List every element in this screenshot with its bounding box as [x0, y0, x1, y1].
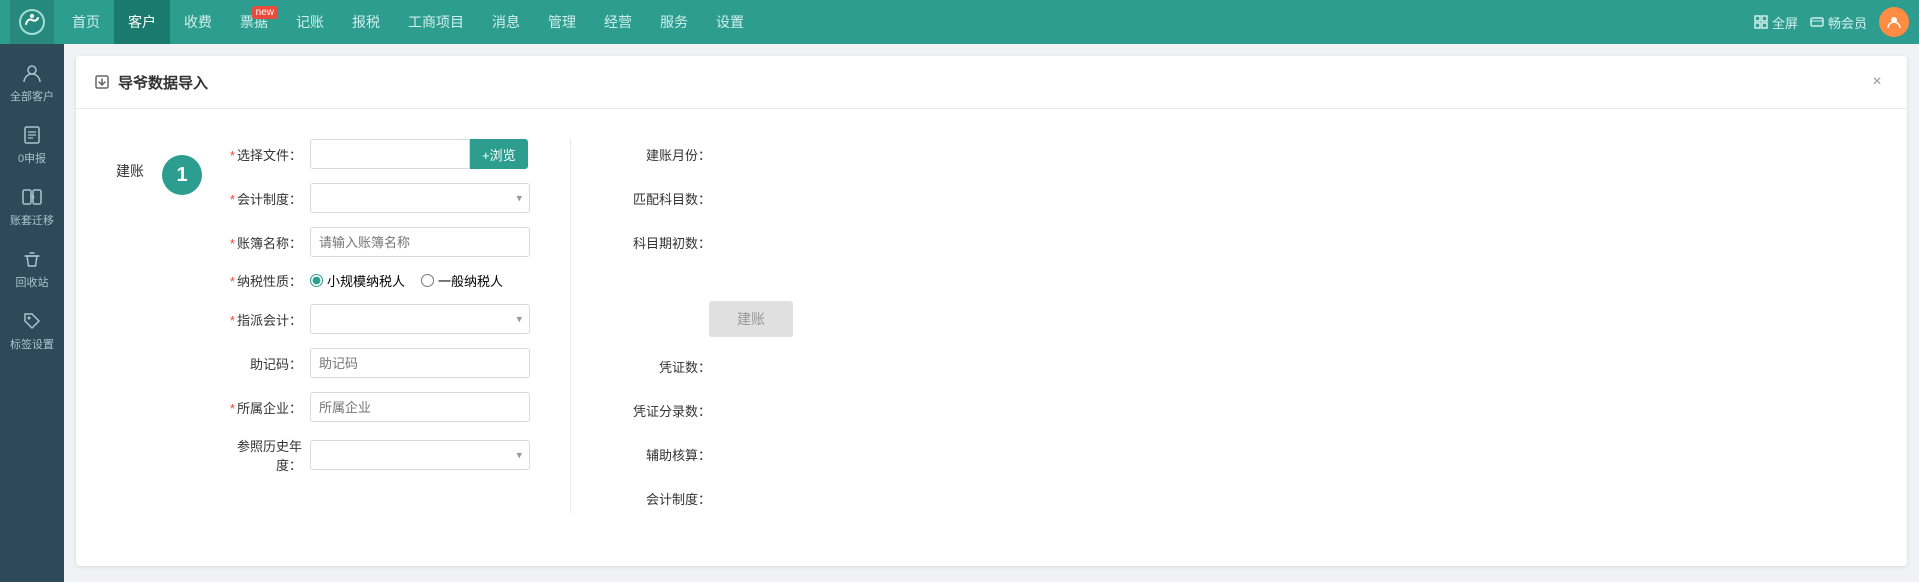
- nav-manage[interactable]: 管理: [534, 0, 590, 44]
- accounting-system-row: *会计制度：: [222, 183, 530, 213]
- tax-type-label: *纳税性质：: [222, 271, 302, 290]
- sidebar-item-declare[interactable]: 0申报: [0, 114, 64, 176]
- nav-right: 全屏 畅会员: [1754, 7, 1909, 37]
- sidebar-item-all-customers-label: 全部客户: [10, 88, 54, 104]
- memo-code-input[interactable]: [310, 348, 530, 378]
- tax-type-row: *纳税性质： 小规模纳税人 一般纳税人: [222, 271, 530, 290]
- auxiliary-label: 辅助核算：: [611, 445, 711, 464]
- dialog-title: 导爷数据导入: [94, 72, 208, 93]
- nav-settings[interactable]: 设置: [702, 0, 758, 44]
- assign-accountant-select[interactable]: [310, 304, 530, 334]
- tax-small-option[interactable]: 小规模纳税人: [310, 271, 405, 290]
- assign-accountant-label: *指派会计：: [222, 310, 302, 329]
- form-fields: *选择文件： +浏览 *会计制度：: [222, 139, 530, 474]
- company-input[interactable]: [310, 392, 530, 422]
- dialog-title-text: 导爷数据导入: [118, 72, 208, 93]
- ledger-name-label: *账簿名称：: [222, 233, 302, 252]
- create-account-button[interactable]: 建账: [709, 301, 793, 337]
- tax-general-option[interactable]: 一般纳税人: [421, 271, 503, 290]
- fullscreen-button[interactable]: 全屏: [1754, 13, 1798, 32]
- history-year-label: 参照历史年度：: [222, 436, 302, 474]
- right-accounting-system-label: 会计制度：: [611, 489, 711, 508]
- auxiliary-row: 辅助核算：: [611, 439, 891, 469]
- voucher-count-label: 凭证数：: [611, 357, 711, 376]
- nav-menu: 首页 客户 收费 票据 new 记账 报税 工商项目 消息 管理 经营 服务 设…: [58, 0, 758, 44]
- main-area: 导爷数据导入 × 建账 1 *选择文件：: [64, 44, 1919, 582]
- subject-initial-label: 科目期初数：: [611, 233, 711, 252]
- history-year-select-wrapper: [310, 440, 530, 470]
- step-badge: 1: [162, 155, 202, 195]
- nav-customer[interactable]: 客户: [114, 0, 170, 44]
- user-avatar[interactable]: [1879, 7, 1909, 37]
- memo-code-row: 助记码：: [222, 348, 530, 378]
- right-accounting-system-row: 会计制度：: [611, 483, 891, 513]
- company-label: *所属企业：: [222, 398, 302, 417]
- file-input[interactable]: [310, 139, 470, 169]
- sidebar-item-all-customers[interactable]: 全部客户: [0, 52, 64, 114]
- file-label: *选择文件：: [222, 145, 302, 164]
- accounting-system-select[interactable]: [310, 183, 530, 213]
- sidebar: 全部客户 0申报 账套迁移 回收站 标签设置: [0, 44, 64, 582]
- form-left: 建账 1 *选择文件： +浏览: [116, 139, 530, 513]
- close-button[interactable]: ×: [1865, 70, 1889, 94]
- history-year-select[interactable]: [310, 440, 530, 470]
- nav-service[interactable]: 服务: [646, 0, 702, 44]
- match-subjects-row: 匹配科目数：: [611, 183, 891, 213]
- vip-label: 畅会员: [1828, 13, 1867, 32]
- sidebar-item-recycle[interactable]: 回收站: [0, 238, 64, 300]
- voucher-entries-label: 凭证分录数：: [611, 401, 711, 420]
- nav-bookkeeping[interactable]: 记账: [282, 0, 338, 44]
- new-badge: new: [252, 6, 278, 19]
- voucher-entries-row: 凭证分录数：: [611, 395, 891, 425]
- nav-invoice[interactable]: 票据 new: [226, 0, 282, 44]
- tax-general-radio[interactable]: [421, 274, 434, 287]
- fullscreen-label: 全屏: [1772, 13, 1798, 32]
- nav-message[interactable]: 消息: [478, 0, 534, 44]
- assign-accountant-select-wrapper: [310, 304, 530, 334]
- browse-button[interactable]: +浏览: [470, 139, 528, 169]
- sidebar-item-recycle-label: 回收站: [16, 274, 49, 290]
- ledger-name-input[interactable]: [310, 227, 530, 257]
- ledger-name-row: *账簿名称：: [222, 227, 530, 257]
- nav-operation[interactable]: 经营: [590, 0, 646, 44]
- nav-business[interactable]: 工商项目: [394, 0, 478, 44]
- sidebar-item-account-migrate[interactable]: 账套迁移: [0, 176, 64, 238]
- tax-type-radio-group: 小规模纳税人 一般纳税人: [310, 271, 503, 290]
- account-month-row: 建账月份：: [611, 139, 891, 169]
- sidebar-item-tag-settings[interactable]: 标签设置: [0, 300, 64, 362]
- company-row: *所属企业：: [222, 392, 530, 422]
- app-logo[interactable]: [10, 0, 54, 44]
- tax-small-radio[interactable]: [310, 274, 323, 287]
- file-row: *选择文件： +浏览: [222, 139, 530, 169]
- dialog-header: 导爷数据导入 ×: [76, 56, 1907, 109]
- subject-initial-row: 科目期初数：: [611, 227, 891, 257]
- nav-tax[interactable]: 报税: [338, 0, 394, 44]
- history-year-row: 参照历史年度：: [222, 436, 530, 474]
- dialog-container: 导爷数据导入 × 建账 1 *选择文件：: [76, 56, 1907, 566]
- import-icon: [94, 74, 110, 90]
- step-label: 建账: [116, 161, 144, 181]
- form-divider: [570, 139, 571, 513]
- assign-accountant-row: *指派会计：: [222, 304, 530, 334]
- account-month-label: 建账月份：: [611, 145, 711, 164]
- sidebar-item-declare-label: 0申报: [18, 150, 46, 166]
- nav-fee[interactable]: 收费: [170, 0, 226, 44]
- memo-code-label: 助记码：: [222, 354, 302, 373]
- dialog-body: 建账 1 *选择文件： +浏览: [76, 109, 1907, 543]
- sidebar-item-account-migrate-label: 账套迁移: [10, 212, 54, 228]
- vip-button[interactable]: 畅会员: [1810, 13, 1867, 32]
- top-nav: 首页 客户 收费 票据 new 记账 报税 工商项目 消息 管理 经营 服务 设…: [0, 0, 1919, 44]
- file-input-group: +浏览: [310, 139, 528, 169]
- form-right: 建账月份： 匹配科目数： 科目期初数： 建账 凭证数：: [611, 139, 891, 513]
- nav-home[interactable]: 首页: [58, 0, 114, 44]
- match-subjects-label: 匹配科目数：: [611, 189, 711, 208]
- accounting-system-select-wrapper: [310, 183, 530, 213]
- accounting-system-label: *会计制度：: [222, 189, 302, 208]
- sidebar-item-tag-settings-label: 标签设置: [10, 336, 54, 352]
- voucher-count-row: 凭证数：: [611, 351, 891, 381]
